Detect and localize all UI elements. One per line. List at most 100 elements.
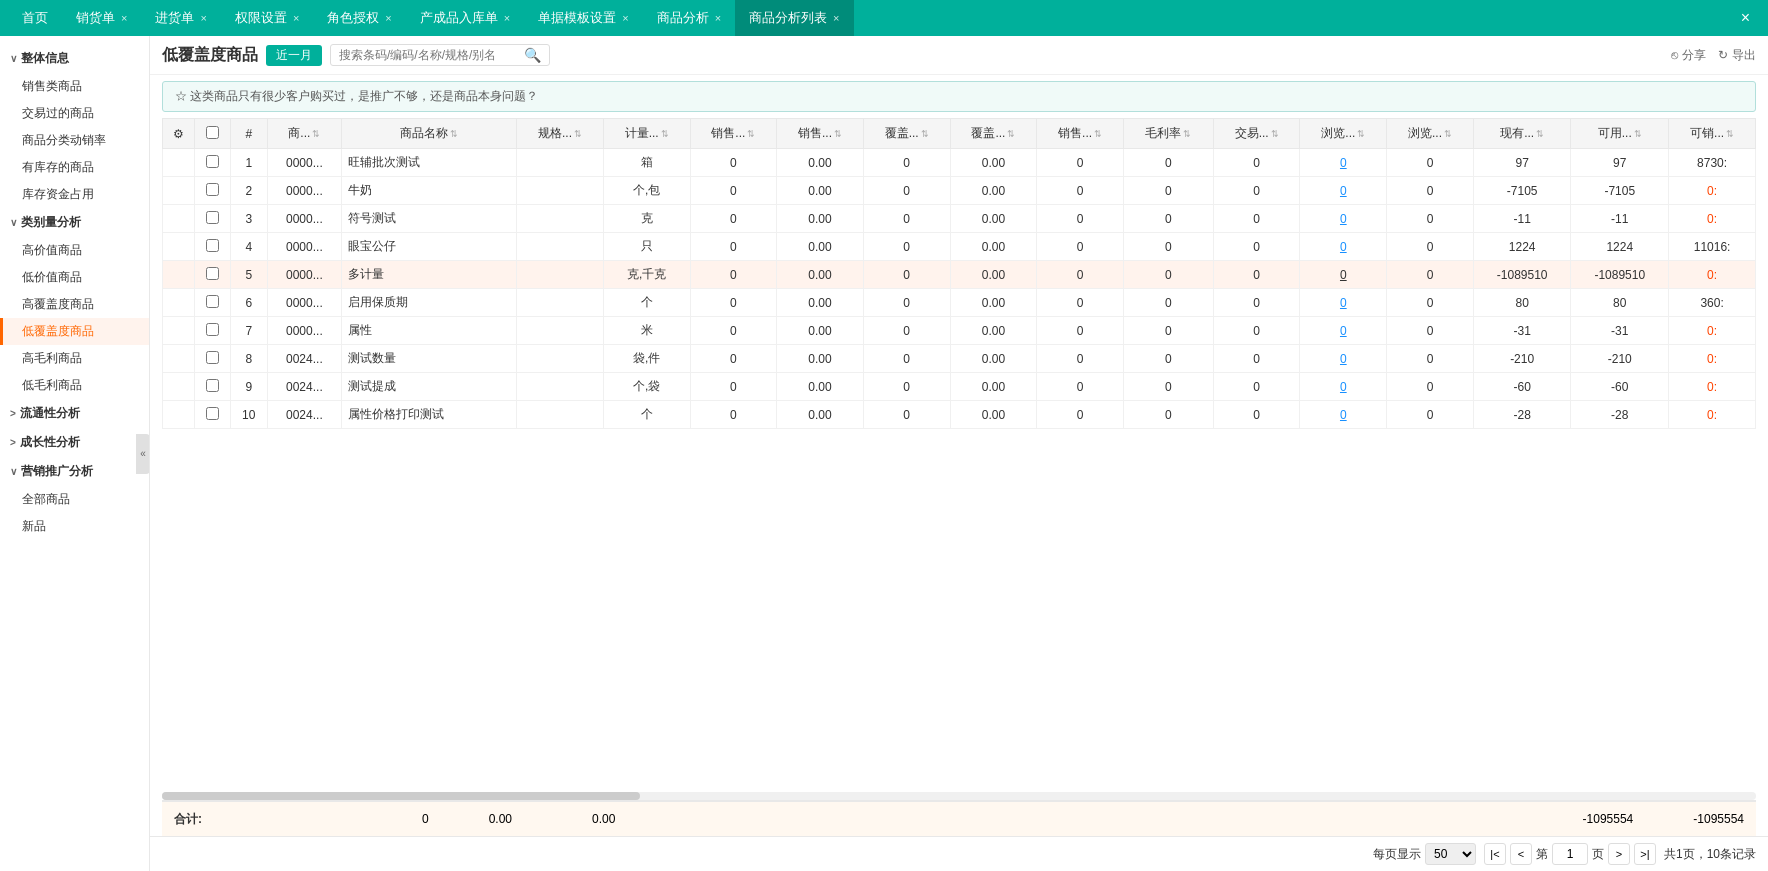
col-current[interactable]: 现有...⇅ xyxy=(1473,119,1571,149)
cell-browse1[interactable]: 0 xyxy=(1300,233,1387,261)
sidebar-item-category-rate[interactable]: 商品分类动销率 xyxy=(0,127,149,154)
last-page-button[interactable]: >| xyxy=(1634,843,1656,865)
nav-item-home[interactable]: 首页 xyxy=(8,0,62,36)
nav-item-analysis[interactable]: 商品分析 × xyxy=(643,0,735,36)
nav-close-permission[interactable]: × xyxy=(293,12,299,24)
col-code[interactable]: 商...⇅ xyxy=(267,119,342,149)
cell-browse1[interactable]: 0 xyxy=(1300,317,1387,345)
col-available[interactable]: 可用...⇅ xyxy=(1571,119,1669,149)
sidebar-section-marketing[interactable]: ∨ 营销推广分析 xyxy=(0,457,149,486)
sidebar-section-category[interactable]: ∨ 类别量分析 xyxy=(0,208,149,237)
cell-available: -210 xyxy=(1571,345,1669,373)
row-checkbox[interactable] xyxy=(206,323,219,336)
select-all-checkbox[interactable] xyxy=(206,126,219,139)
footer-current: -1095554 xyxy=(1583,812,1634,826)
cell-browse1[interactable]: 0 xyxy=(1300,205,1387,233)
nav-item-inventory[interactable]: 产成品入库单 × xyxy=(406,0,524,36)
row-checkbox[interactable] xyxy=(206,267,219,280)
nav-close-purchase[interactable]: × xyxy=(200,12,206,24)
cell-browse1[interactable]: 0 xyxy=(1300,289,1387,317)
export-button[interactable]: ↻ 导出 xyxy=(1718,47,1756,64)
time-filter-button[interactable]: 近一月 xyxy=(266,45,322,66)
share-button[interactable]: ⎋ 分享 xyxy=(1671,47,1706,64)
sidebar-collapse-button[interactable]: « xyxy=(136,434,150,474)
nav-item-template[interactable]: 单据模板设置 × xyxy=(524,0,642,36)
sidebar-section-liquidity[interactable]: > 流通性分析 xyxy=(0,399,149,428)
next-page-button[interactable]: > xyxy=(1608,843,1630,865)
nav-close-analysis-list[interactable]: × xyxy=(833,12,839,24)
sidebar-item-low-value[interactable]: 低价值商品 xyxy=(0,264,149,291)
row-checkbox[interactable] xyxy=(206,379,219,392)
sidebar-section-growth[interactable]: > 成长性分析 xyxy=(0,428,149,457)
sidebar-item-high-margin[interactable]: 高毛利商品 xyxy=(0,345,149,372)
first-page-button[interactable]: |< xyxy=(1484,843,1506,865)
scrollbar-thumb[interactable] xyxy=(162,792,640,800)
col-sales-amt[interactable]: 销售...⇅ xyxy=(777,119,864,149)
cell-browse1[interactable]: 0 xyxy=(1300,373,1387,401)
col-settings[interactable]: ⚙ xyxy=(163,119,195,149)
nav-close-inventory[interactable]: × xyxy=(504,12,510,24)
sidebar-item-low-margin[interactable]: 低毛利商品 xyxy=(0,372,149,399)
nav-close-analysis[interactable]: × xyxy=(715,12,721,24)
sidebar-item-traded-goods[interactable]: 交易过的商品 xyxy=(0,100,149,127)
row-checkbox[interactable] xyxy=(206,239,219,252)
row-checkbox[interactable] xyxy=(206,295,219,308)
col-spec[interactable]: 规格...⇅ xyxy=(517,119,604,149)
col-sales-qty[interactable]: 销售...⇅ xyxy=(690,119,777,149)
info-banner: ☆ 这类商品只有很少客户购买过，是推广不够，还是商品本身问题？ xyxy=(162,81,1756,112)
col-cover1[interactable]: 覆盖...⇅ xyxy=(863,119,950,149)
sidebar-item-low-coverage[interactable]: 低覆盖度商品 xyxy=(0,318,149,345)
cell-browse1[interactable]: 0 xyxy=(1300,261,1387,289)
nav-item-permission[interactable]: 权限设置 × xyxy=(221,0,313,36)
nav-item-role[interactable]: 角色授权 × xyxy=(313,0,405,36)
row-checkbox[interactable] xyxy=(206,407,219,420)
sidebar-item-all-goods[interactable]: 全部商品 xyxy=(0,486,149,513)
nav-close-role[interactable]: × xyxy=(385,12,391,24)
sidebar-item-sales-goods[interactable]: 销售类商品 xyxy=(0,73,149,100)
table-row: 4 0000... 眼宝公仔 只 0 0.00 0 0.00 0 0 0 0 0… xyxy=(163,233,1756,261)
row-checkbox[interactable] xyxy=(206,155,219,168)
nav-item-analysis-list[interactable]: 商品分析列表 × xyxy=(735,0,853,36)
close-all-button[interactable]: × xyxy=(1731,9,1760,27)
search-input[interactable] xyxy=(339,48,524,62)
cell-browse1[interactable]: 0 xyxy=(1300,401,1387,429)
cell-settings xyxy=(163,233,195,261)
col-saleable[interactable]: 可销...⇅ xyxy=(1669,119,1756,149)
cell-cover2: 0.00 xyxy=(950,205,1037,233)
cell-browse1[interactable]: 0 xyxy=(1300,149,1387,177)
cell-current: -11 xyxy=(1473,205,1571,233)
nav-item-purchase[interactable]: 进货单 × xyxy=(141,0,220,36)
col-unit[interactable]: 计量...⇅ xyxy=(603,119,690,149)
nav-close-sales[interactable]: × xyxy=(121,12,127,24)
nav-item-sales[interactable]: 销货单 × xyxy=(62,0,141,36)
col-cover2[interactable]: 覆盖...⇅ xyxy=(950,119,1037,149)
cell-spec xyxy=(517,401,604,429)
sidebar-item-in-stock[interactable]: 有库存的商品 xyxy=(0,154,149,181)
col-browse2[interactable]: 浏览...⇅ xyxy=(1387,119,1474,149)
page-size-dropdown[interactable]: 50 20 100 xyxy=(1425,843,1476,865)
col-gross-rate[interactable]: 毛利率⇅ xyxy=(1123,119,1213,149)
col-name[interactable]: 商品名称⇅ xyxy=(342,119,517,149)
sidebar-item-stock-capital[interactable]: 库存资金占用 xyxy=(0,181,149,208)
cell-unit: 个,袋 xyxy=(603,373,690,401)
row-checkbox[interactable] xyxy=(206,183,219,196)
prev-page-button[interactable]: < xyxy=(1510,843,1532,865)
nav-close-template[interactable]: × xyxy=(622,12,628,24)
sidebar-item-high-coverage[interactable]: 高覆盖度商品 xyxy=(0,291,149,318)
row-checkbox[interactable] xyxy=(206,211,219,224)
cell-sales-amt: 0.00 xyxy=(777,317,864,345)
current-page-input[interactable] xyxy=(1552,843,1588,865)
col-sales2[interactable]: 销售...⇅ xyxy=(1037,119,1124,149)
search-icon[interactable]: 🔍 xyxy=(524,47,541,63)
col-browse1[interactable]: 浏览...⇅ xyxy=(1300,119,1387,149)
sidebar-section-overall[interactable]: ∨ 整体信息 xyxy=(0,44,149,73)
cell-browse1[interactable]: 0 xyxy=(1300,177,1387,205)
row-checkbox[interactable] xyxy=(206,351,219,364)
sidebar-item-new-goods[interactable]: 新品 xyxy=(0,513,149,540)
cell-name: 多计量 xyxy=(342,261,517,289)
cell-gross-rate: 0 xyxy=(1123,177,1213,205)
col-trade[interactable]: 交易...⇅ xyxy=(1213,119,1300,149)
cell-browse1[interactable]: 0 xyxy=(1300,345,1387,373)
horizontal-scrollbar[interactable] xyxy=(162,792,1756,800)
sidebar-item-high-value[interactable]: 高价值商品 xyxy=(0,237,149,264)
